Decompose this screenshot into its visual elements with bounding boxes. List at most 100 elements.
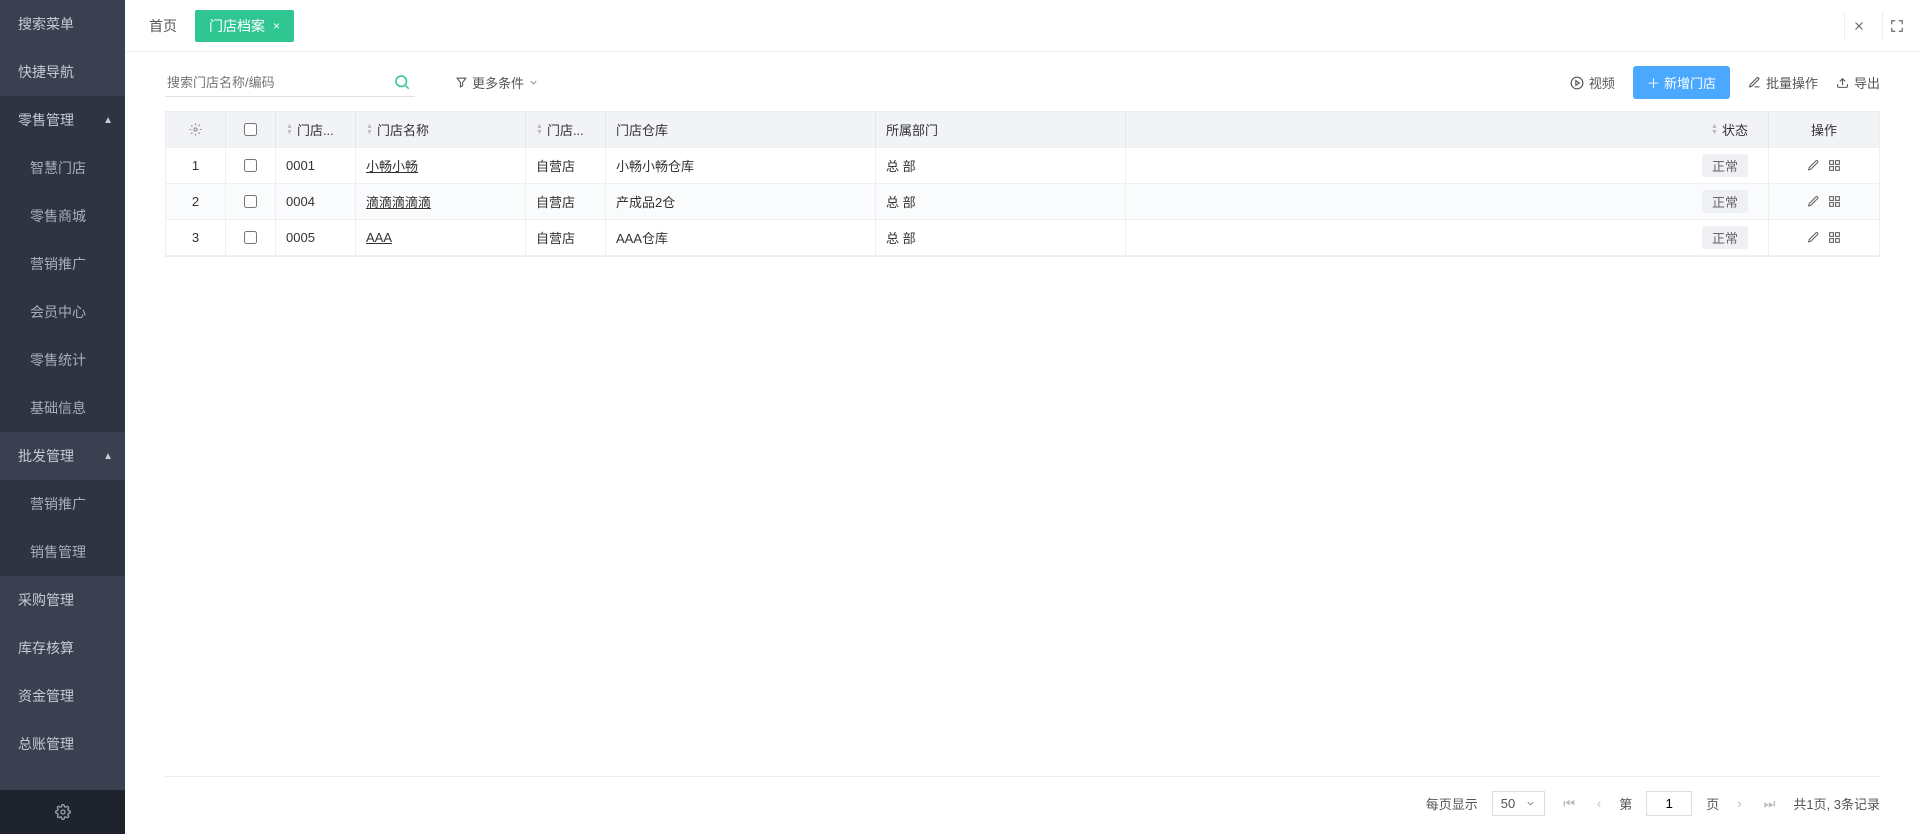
col-ops: 操作 [1769,112,1879,147]
row-index: 2 [166,184,226,219]
caret-up-icon: ▲ [103,451,113,462]
row-type: 自营店 [526,148,606,183]
row-code: 0001 [276,148,356,183]
col-settings[interactable] [166,112,226,147]
batch-ops-button[interactable]: 批量操作 [1748,73,1818,92]
sidebar-item-marketing-1[interactable]: 营销推广 [0,240,125,288]
search-input[interactable] [165,69,389,96]
pager: 每页显示 50 ⏮ ‹ 第 页 › ⏭ 共1页, 3条记录 [165,776,1880,834]
per-page-label: 每页显示 [1426,794,1478,813]
caret-up-icon: ▲ [103,115,113,126]
per-page-select[interactable]: 50 [1492,791,1545,816]
col-name[interactable]: ▲▼门店名称 [356,112,526,147]
tab-store-archive[interactable]: 门店档案 × [195,10,294,42]
page-prefix: 第 [1619,794,1632,813]
toolbar: 更多条件 视频 ＋ 新增门店 批量操作 [165,66,1880,99]
row-edit-button[interactable] [1807,159,1820,172]
sidebar-item-member-center[interactable]: 会员中心 [0,288,125,336]
play-circle-icon [1570,76,1584,90]
add-store-button[interactable]: ＋ 新增门店 [1633,66,1730,99]
row-checkbox[interactable] [244,231,257,244]
sidebar-group-retail[interactable]: 零售管理▲ [0,96,125,144]
close-icon [1852,19,1866,33]
close-icon[interactable]: × [273,19,280,33]
col-warehouse: 门店仓库 [606,112,876,147]
row-type: 自营店 [526,220,606,255]
checkbox-all[interactable] [244,123,257,136]
sidebar-item-stock-accounting[interactable]: 库存核算 [0,624,125,672]
sidebar-item-marketing-2[interactable]: 营销推广 [0,480,125,528]
sidebar-item-quick-nav[interactable]: 快捷导航 [0,48,125,96]
col-department: 所属部门 [876,112,1126,147]
tab-fullscreen-button[interactable] [1882,12,1910,40]
tabbar: 首页 门店档案 × [125,0,1920,52]
page-next-button[interactable]: › [1733,796,1745,811]
row-warehouse: AAA仓库 [606,220,876,255]
page-input[interactable] [1646,791,1692,816]
gear-icon [189,123,202,136]
export-icon [1836,76,1849,89]
sidebar-item-retail-mall[interactable]: 零售商城 [0,192,125,240]
row-department: 总 部 [876,220,1126,255]
row-warehouse: 小畅小畅仓库 [606,148,876,183]
col-status[interactable]: ▲▼状态 [1126,112,1769,147]
sidebar-item-sales-mgmt[interactable]: 销售管理 [0,528,125,576]
row-name-link[interactable]: 滴滴滴滴滴 [356,184,526,219]
export-button[interactable]: 导出 [1836,73,1880,92]
sidebar-item-smart-store[interactable]: 智慧门店 [0,144,125,192]
chevron-down-icon [528,77,539,88]
search-icon [393,73,411,91]
row-department: 总 部 [876,148,1126,183]
table-header: ▲▼门店... ▲▼门店名称 ▲▼门店... 门店仓库 所属部门 ▲▼状态 操作 [166,112,1879,148]
page-suffix: 页 [1706,794,1719,813]
sidebar-item-ledger-mgmt[interactable]: 总账管理 [0,720,125,768]
page-last-button[interactable]: ⏭ [1760,796,1780,812]
gear-icon [55,804,71,820]
more-filter-toggle[interactable]: 更多条件 [455,73,539,92]
row-checkbox[interactable] [244,159,257,172]
table-row: 1 0001 小畅小畅 自营店 小畅小畅仓库 总 部 正常 [166,148,1879,184]
sidebar-item-search-menu[interactable]: 搜索菜单 [0,0,125,48]
status-badge: 正常 [1702,190,1748,213]
sort-icon: ▲▼ [366,124,373,136]
row-name-link[interactable]: AAA [356,220,526,255]
sort-icon: ▲▼ [1711,124,1718,136]
row-edit-button[interactable] [1807,231,1820,244]
row-code: 0004 [276,184,356,219]
page-first-button[interactable]: ⏮ [1559,796,1579,812]
row-index: 1 [166,148,226,183]
row-more-button[interactable] [1828,159,1841,172]
row-more-button[interactable] [1828,195,1841,208]
video-button[interactable]: 视频 [1570,73,1615,92]
sidebar-item-procurement[interactable]: 采购管理 [0,576,125,624]
row-warehouse: 产成品2仓 [606,184,876,219]
col-type[interactable]: ▲▼门店... [526,112,606,147]
row-type: 自营店 [526,184,606,219]
col-checkbox-all[interactable] [226,112,276,147]
page-prev-button[interactable]: ‹ [1593,796,1605,811]
store-table: ▲▼门店... ▲▼门店名称 ▲▼门店... 门店仓库 所属部门 ▲▼状态 操作… [165,111,1880,257]
chevron-down-icon [1525,798,1536,809]
table-row: 2 0004 滴滴滴滴滴 自营店 产成品2仓 总 部 正常 [166,184,1879,220]
table-row: 3 0005 AAA 自营店 AAA仓库 总 部 正常 [166,220,1879,256]
sidebar-settings-button[interactable] [0,790,125,834]
search-button[interactable] [389,73,415,91]
row-checkbox[interactable] [244,195,257,208]
row-department: 总 部 [876,184,1126,219]
row-name-link[interactable]: 小畅小畅 [356,148,526,183]
sort-icon: ▲▼ [286,124,293,136]
page-summary: 共1页, 3条记录 [1793,794,1880,813]
sidebar-item-retail-stats[interactable]: 零售统计 [0,336,125,384]
sort-icon: ▲▼ [536,124,543,136]
tab-close-all-button[interactable] [1844,12,1872,40]
row-index: 3 [166,220,226,255]
col-code[interactable]: ▲▼门店... [276,112,356,147]
row-more-button[interactable] [1828,231,1841,244]
sidebar: 搜索菜单 快捷导航 零售管理▲ 智慧门店 零售商城 营销推广 会员中心 零售统计… [0,0,125,834]
sidebar-group-wholesale[interactable]: 批发管理▲ [0,432,125,480]
sidebar-item-basic-info[interactable]: 基础信息 [0,384,125,432]
tab-home[interactable]: 首页 [135,10,191,42]
filter-icon [455,76,468,89]
sidebar-item-funds-mgmt[interactable]: 资金管理 [0,672,125,720]
row-edit-button[interactable] [1807,195,1820,208]
